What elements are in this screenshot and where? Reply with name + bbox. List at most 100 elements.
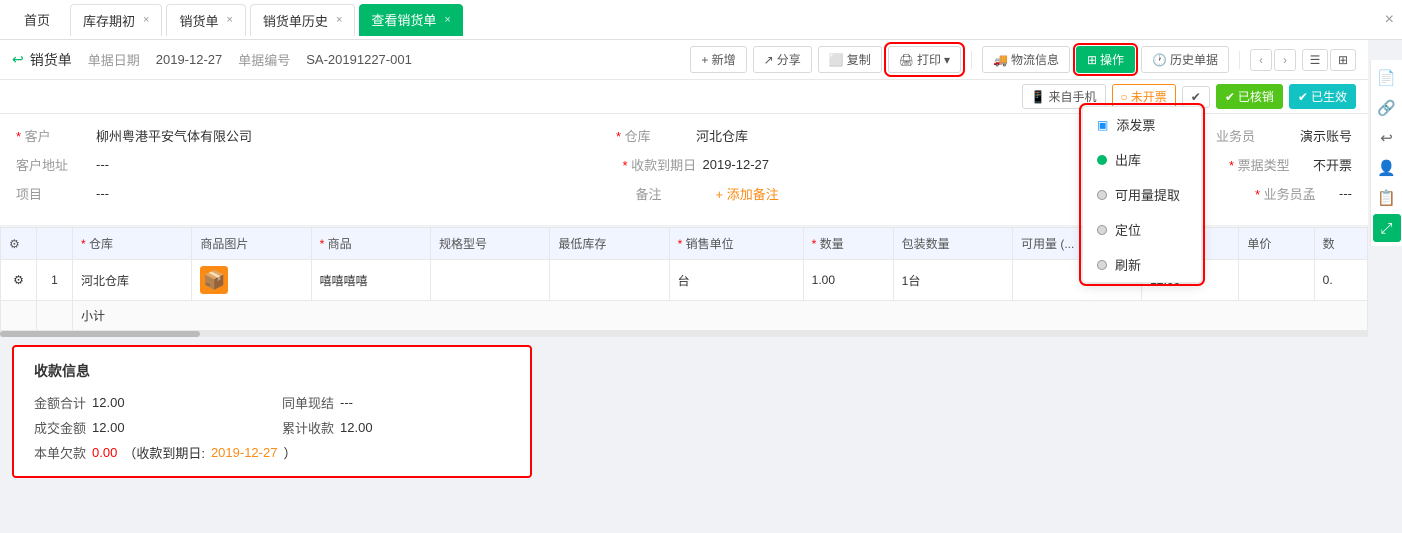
sidebar-return-icon[interactable]: ↩: [1373, 124, 1401, 152]
already-effective-icon: ✔: [1298, 90, 1308, 104]
doc-date-label: 单据日期: [88, 50, 140, 69]
avail-extract-item[interactable]: 可用量提取: [1083, 177, 1201, 212]
tab-sales-history-close[interactable]: ×: [336, 14, 342, 26]
prev-arrow[interactable]: ‹: [1250, 49, 1272, 71]
tab-sales-close[interactable]: ×: [226, 14, 232, 26]
salesperson-value: ---: [1339, 186, 1352, 201]
due-date-value: 2019-12-27: [703, 157, 770, 172]
already-effective-btn[interactable]: ✔ 已生效: [1289, 84, 1356, 109]
sidebar-doc-icon[interactable]: 📄: [1373, 64, 1401, 92]
refresh-item[interactable]: 刷新: [1083, 247, 1201, 282]
history-label: 历史单据: [1170, 51, 1218, 68]
tab-view-sales[interactable]: 查看销货单 ×: [359, 4, 462, 36]
th-pack-qty: 包装数量: [893, 228, 1012, 260]
invoice-icon: ▣: [1097, 118, 1108, 132]
tab-inventory-close[interactable]: ×: [143, 14, 149, 26]
sidebar-expand-icon[interactable]: ⤢: [1373, 214, 1401, 242]
td-price: [1239, 260, 1314, 301]
sidebar-user-icon[interactable]: 👤: [1373, 154, 1401, 182]
sidebar-note-icon[interactable]: 📋: [1373, 184, 1401, 212]
new-button[interactable]: + 新增: [690, 46, 746, 73]
payment-grid: 金额合计 12.00 同单现结 --- 成交金额 12.00 累计收款 12.0…: [34, 393, 510, 462]
address-value: ---: [96, 157, 109, 172]
toolbar-separator: [971, 51, 972, 69]
refresh-label: 刷新: [1115, 255, 1141, 274]
product-icon: 📦: [203, 270, 225, 291]
tab-sales[interactable]: 销货单 ×: [166, 4, 245, 36]
operation-dropdown: ▣ 添发票 出库 可用量提取 定位 刷新: [1082, 106, 1202, 283]
owed-value: 0.00: [92, 445, 117, 460]
tab-bar: 首页 库存期初 × 销货单 × 销货单历史 × 查看销货单 × ×: [0, 0, 1402, 40]
logistics-button[interactable]: 🚚 物流信息: [982, 46, 1070, 73]
list-view-btn[interactable]: ☰: [1302, 49, 1328, 71]
tab-home[interactable]: 首页: [8, 10, 66, 29]
logistics-icon: 🚚: [993, 53, 1008, 67]
same-settlement-row: 同单现结 ---: [282, 393, 510, 412]
print-label: 打印: [917, 51, 941, 68]
td-subtotal-num: [37, 301, 73, 331]
tab-inventory[interactable]: 库存期初 ×: [70, 4, 162, 36]
main-container: 首页 库存期初 × 销货单 × 销货单历史 × 查看销货单 × × ↩ 销货单 …: [0, 0, 1402, 533]
staff-value: 演示账号: [1300, 126, 1352, 145]
th-product: 商品: [311, 228, 430, 260]
copy-label: 复制: [847, 51, 871, 68]
grid-view-btn[interactable]: ⊞: [1330, 49, 1356, 71]
outbound-item[interactable]: 出库: [1083, 142, 1201, 177]
phone-icon: 📱: [1031, 90, 1046, 104]
locate-label: 定位: [1115, 220, 1141, 239]
deal-amount-value: 12.00: [92, 420, 125, 435]
check-icon: ✔: [1191, 90, 1201, 104]
th-spec: 规格型号: [430, 228, 549, 260]
scrollbar-thumb[interactable]: [0, 331, 200, 337]
ticket-value: 不开票: [1313, 155, 1352, 174]
owed-date: 2019-12-27: [211, 445, 278, 460]
tab-sales-history[interactable]: 销货单历史 ×: [250, 4, 355, 36]
tab-view-sales-close[interactable]: ×: [444, 14, 450, 26]
th-unit: 销售单位: [669, 228, 803, 260]
locate-item[interactable]: 定位: [1083, 212, 1201, 247]
deal-amount-label: 成交金额: [34, 418, 86, 437]
customer-field: 客户 柳州粤港平安气体有限公司: [16, 126, 616, 145]
share-label: 分享: [777, 51, 801, 68]
project-value: ---: [96, 186, 109, 201]
already-closed-btn[interactable]: ✔ 已核销: [1216, 84, 1283, 109]
cumulative-row: 累计收款 12.00: [282, 418, 510, 437]
avail-extract-label: 可用量提取: [1115, 185, 1180, 204]
cumulative-value: 12.00: [340, 420, 373, 435]
not-open-label: 未开票: [1131, 88, 1167, 105]
note-add-btn[interactable]: + 添加备注: [716, 184, 779, 203]
next-arrow[interactable]: ›: [1274, 49, 1296, 71]
due-date-label: 收款到期日: [623, 155, 703, 174]
warehouse-label: 仓库: [616, 126, 696, 145]
tab-sales-label: 销货单: [179, 11, 218, 30]
copy-button[interactable]: ⬜ 复制: [818, 46, 882, 73]
add-invoice-item[interactable]: ▣ 添发票: [1083, 107, 1201, 142]
operation-label: 操作: [1100, 51, 1124, 68]
history-button[interactable]: 🕐 历史单据: [1141, 46, 1229, 73]
th-amount: 数: [1314, 228, 1367, 260]
print-button[interactable]: 🖨 打印 ▾: [888, 46, 961, 73]
copy-icon: ⬜: [829, 53, 844, 67]
locate-icon: [1097, 225, 1107, 235]
owed-note: （收款到期日:: [123, 443, 205, 462]
operation-button[interactable]: ⊞ 操作: [1076, 46, 1135, 73]
owed-note-end: ）: [283, 443, 296, 462]
td-gear[interactable]: ⚙: [1, 260, 37, 301]
note-label: 备注: [636, 184, 716, 203]
project-field: 项目 ---: [16, 184, 636, 203]
add-invoice-label: 添发票: [1116, 115, 1155, 134]
check-btn[interactable]: ✔: [1182, 86, 1210, 108]
nav-arrows: ‹ ›: [1250, 49, 1296, 71]
window-close-button[interactable]: ×: [1385, 11, 1394, 29]
share-icon: ↗: [764, 53, 774, 67]
sidebar-link-icon[interactable]: 🔗: [1373, 94, 1401, 122]
outbound-label: 出库: [1115, 150, 1141, 169]
logistics-label: 物流信息: [1011, 51, 1059, 68]
history-icon: 🕐: [1152, 53, 1167, 67]
staff-field: 业务员 演示账号: [1216, 126, 1352, 145]
tab-view-sales-label: 查看销货单: [371, 10, 436, 29]
share-button[interactable]: ↗ 分享: [753, 46, 812, 73]
toolbar-separator2: [1239, 51, 1240, 69]
scrollbar[interactable]: [0, 331, 1368, 337]
td-qty: 1.00: [803, 260, 893, 301]
